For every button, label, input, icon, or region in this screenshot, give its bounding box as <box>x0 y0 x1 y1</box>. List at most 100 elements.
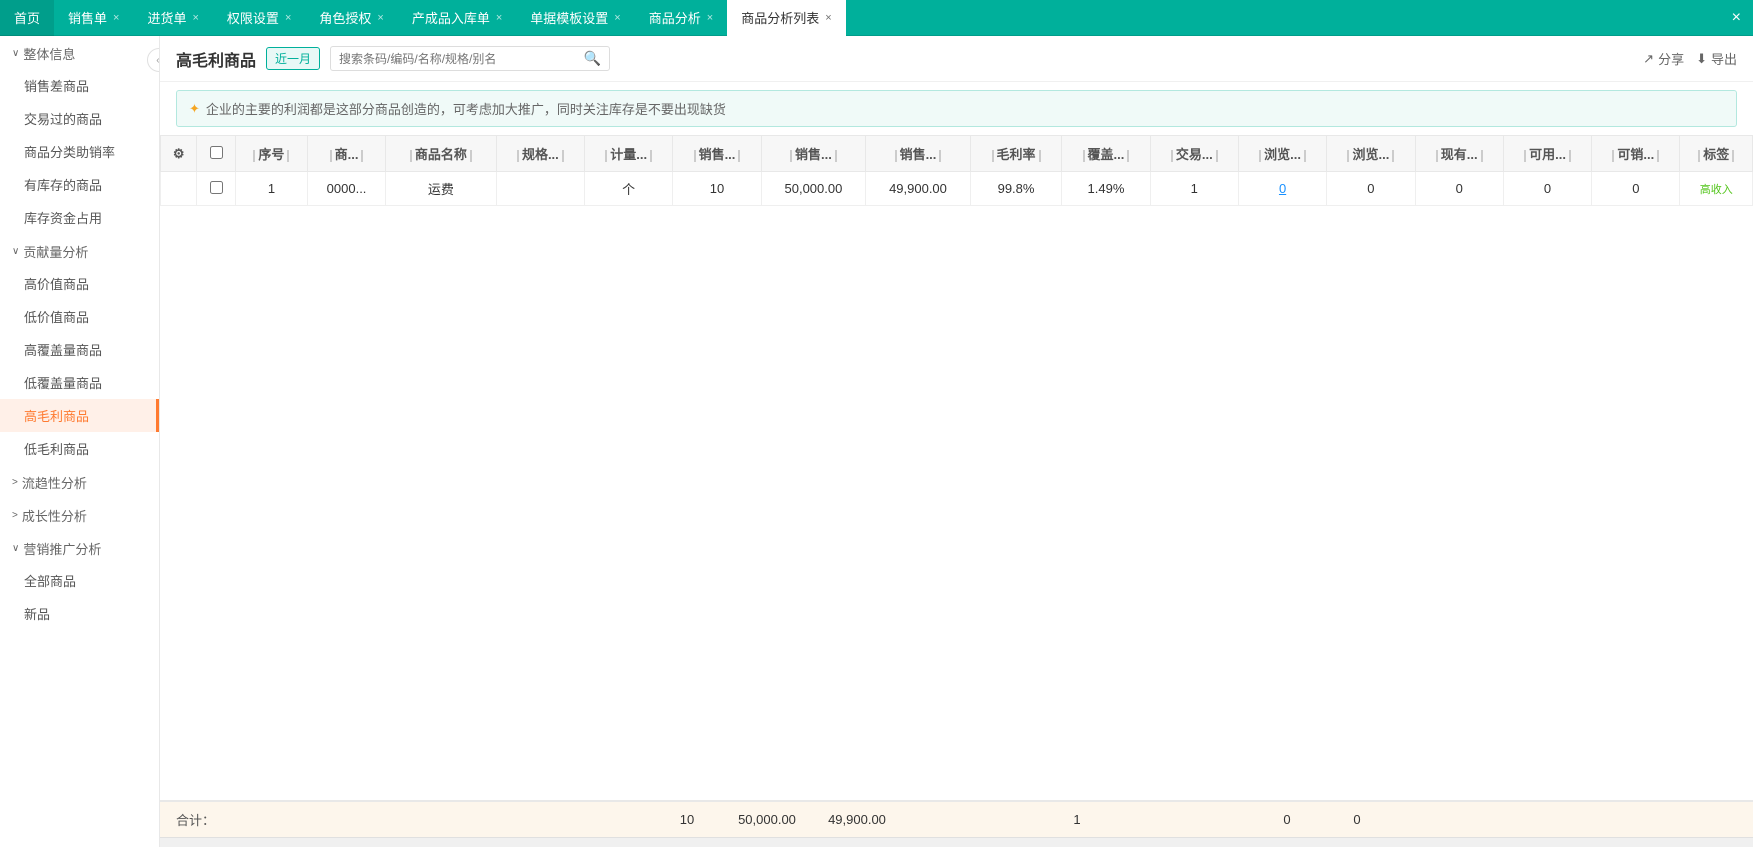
col-header-spec[interactable]: 规格... <box>496 136 584 172</box>
row-settings-cell <box>161 172 197 206</box>
col-resize-right <box>738 150 740 162</box>
chevron-icon: > <box>12 477 18 488</box>
nav-close-btn[interactable]: × <box>113 12 119 24</box>
nav-close-btn[interactable]: × <box>496 12 502 24</box>
col-resize-left <box>1698 150 1700 162</box>
sidebar-group-营销推广分析[interactable]: ∨营销推广分析 <box>0 531 159 564</box>
share-button[interactable]: ↗ 分享 <box>1643 49 1684 68</box>
col-header-sellable[interactable]: 可销... <box>1592 136 1680 172</box>
nav-item-销售单[interactable]: 销售单× <box>54 0 133 36</box>
footer-current-stock: 0 <box>1252 812 1322 827</box>
content-header: 高毛利商品 近一月 🔍 ↗ 分享 ⬇ 导出 <box>160 36 1753 82</box>
col-resize-right <box>939 150 941 162</box>
time-filter-button[interactable]: 近一月 <box>266 47 320 70</box>
col-header-code[interactable]: 商... <box>308 136 386 172</box>
footer-cell-empty <box>1182 812 1252 827</box>
nav-item-权限设置[interactable]: 权限设置× <box>213 0 305 36</box>
sidebar-item-库存资金占用[interactable]: 库存资金占用 <box>0 201 159 234</box>
sidebar-item-高覆盖量商品[interactable]: 高覆盖量商品 <box>0 333 159 366</box>
col-resize-left <box>1524 150 1526 162</box>
col-resize-right <box>1732 150 1734 162</box>
share-icon: ↗ <box>1643 51 1654 67</box>
browse-link[interactable]: 0 <box>1279 181 1286 196</box>
nav-item-单据模板设置[interactable]: 单据模板设置× <box>516 0 634 36</box>
col-header-coverage[interactable]: 覆盖... <box>1062 136 1150 172</box>
col-header-sales_qty[interactable]: 销售... <box>673 136 761 172</box>
col-header-available[interactable]: 可用... <box>1503 136 1591 172</box>
col-resize-right <box>1039 150 1041 162</box>
col-resize-left <box>410 150 412 162</box>
col-resize-right <box>1127 150 1129 162</box>
sidebar-group-流趋性分析[interactable]: >流趋性分析 <box>0 465 159 498</box>
row-unit: 个 <box>585 172 673 206</box>
chevron-icon: > <box>12 510 18 521</box>
nav-close-btn[interactable]: × <box>285 12 291 24</box>
col-header-sales_cost[interactable]: 销售... <box>866 136 971 172</box>
nav-close-btn[interactable]: × <box>825 12 831 24</box>
col-header-name[interactable]: 商品名称 <box>385 136 496 172</box>
col-resize-left <box>1612 150 1614 162</box>
col-header-tag[interactable]: 标签 <box>1680 136 1753 172</box>
nav-close-btn[interactable]: × <box>192 12 198 24</box>
sidebar-item-高毛利商品[interactable]: 高毛利商品 <box>0 399 159 432</box>
sidebar-item-销售差商品[interactable]: 销售差商品 <box>0 69 159 102</box>
row-sales-qty: 10 <box>673 172 761 206</box>
bottom-scrollbar[interactable] <box>160 837 1753 847</box>
col-header-gross_margin[interactable]: 毛利率 <box>970 136 1062 172</box>
sidebar-group-贡献量分析[interactable]: ∨贡献量分析 <box>0 234 159 267</box>
col-resize-right <box>1657 150 1659 162</box>
col-resize-right <box>562 150 564 162</box>
nav-item-商品分析列表[interactable]: 商品分析列表× <box>727 0 845 36</box>
col-header-check[interactable] <box>197 136 235 172</box>
nav-item-产成品入库单[interactable]: 产成品入库单× <box>398 0 516 36</box>
col-header-trade[interactable]: 交易... <box>1150 136 1238 172</box>
nav-item-商品分析[interactable]: 商品分析× <box>635 0 727 36</box>
nav-item-首页[interactable]: 首页 <box>0 0 54 36</box>
export-button[interactable]: ⬇ 导出 <box>1696 49 1737 68</box>
row-checkbox[interactable] <box>210 181 223 194</box>
col-resize-left <box>1083 150 1085 162</box>
sidebar-item-商品分类助销率[interactable]: 商品分类助销率 <box>0 135 159 168</box>
col-header-current_stock[interactable]: 现有... <box>1415 136 1503 172</box>
data-table: ⚙序号商...商品名称规格...计量...销售...销售...销售...毛利率覆… <box>160 135 1753 206</box>
sidebar-item-低毛利商品[interactable]: 低毛利商品 <box>0 432 159 465</box>
sidebar-item-低覆盖量商品[interactable]: 低覆盖量商品 <box>0 366 159 399</box>
content-area: 高毛利商品 近一月 🔍 ↗ 分享 ⬇ 导出 <box>160 36 1753 847</box>
search-input[interactable] <box>339 52 584 66</box>
sidebar-item-高价值商品[interactable]: 高价值商品 <box>0 267 159 300</box>
footer-sales-cost: 49,900.00 <box>812 812 902 827</box>
search-icon: 🔍 <box>584 50 601 67</box>
col-resize-right <box>470 150 472 162</box>
sidebar-item-有库存的商品[interactable]: 有库存的商品 <box>0 168 159 201</box>
search-box: 🔍 <box>330 46 610 71</box>
col-header-unit[interactable]: 计量... <box>585 136 673 172</box>
col-header-sales_amount[interactable]: 销售... <box>761 136 866 172</box>
nav-close-btn[interactable]: × <box>614 12 620 24</box>
table-row: 10000...运费个1050,000.0049,900.0099.8%1.49… <box>161 172 1753 206</box>
nav-close-btn[interactable]: × <box>377 12 383 24</box>
col-header-index[interactable]: 序号 <box>235 136 307 172</box>
sidebar-group-成长性分析[interactable]: >成长性分析 <box>0 498 159 531</box>
nav-close-btn[interactable]: × <box>707 12 713 24</box>
col-resize-right <box>1392 150 1394 162</box>
footer-cell-empty <box>1392 812 1462 827</box>
select-all-checkbox[interactable] <box>210 146 223 159</box>
sidebar-item-全部商品[interactable]: 全部商品 <box>0 564 159 597</box>
col-header-browse2[interactable]: 浏览... <box>1327 136 1415 172</box>
sidebar-item-交易过的商品[interactable]: 交易过的商品 <box>0 102 159 135</box>
sidebar-item-低价值商品[interactable]: 低价值商品 <box>0 300 159 333</box>
col-header-browse1[interactable]: 浏览... <box>1238 136 1326 172</box>
row-index: 1 <box>235 172 307 206</box>
info-banner: ✦ 企业的主要的利润都是这部分商品创造的，可考虑加大推广，同时关注库存是不要出现… <box>176 90 1737 127</box>
close-window-button[interactable]: × <box>1720 0 1753 36</box>
nav-item-进货单[interactable]: 进货单× <box>133 0 212 36</box>
nav-item-角色授权[interactable]: 角色授权× <box>305 0 397 36</box>
row-spec <box>496 172 584 206</box>
page-title: 高毛利商品 <box>176 47 256 71</box>
sidebar-item-新品[interactable]: 新品 <box>0 597 159 630</box>
sidebar-group-整体信息[interactable]: ∨整体信息 <box>0 36 159 69</box>
row-trade: 1 <box>1150 172 1238 206</box>
settings-icon[interactable]: ⚙ <box>173 146 185 161</box>
table-container[interactable]: ⚙序号商...商品名称规格...计量...销售...销售...销售...毛利率覆… <box>160 135 1753 800</box>
col-header-settings[interactable]: ⚙ <box>161 136 197 172</box>
